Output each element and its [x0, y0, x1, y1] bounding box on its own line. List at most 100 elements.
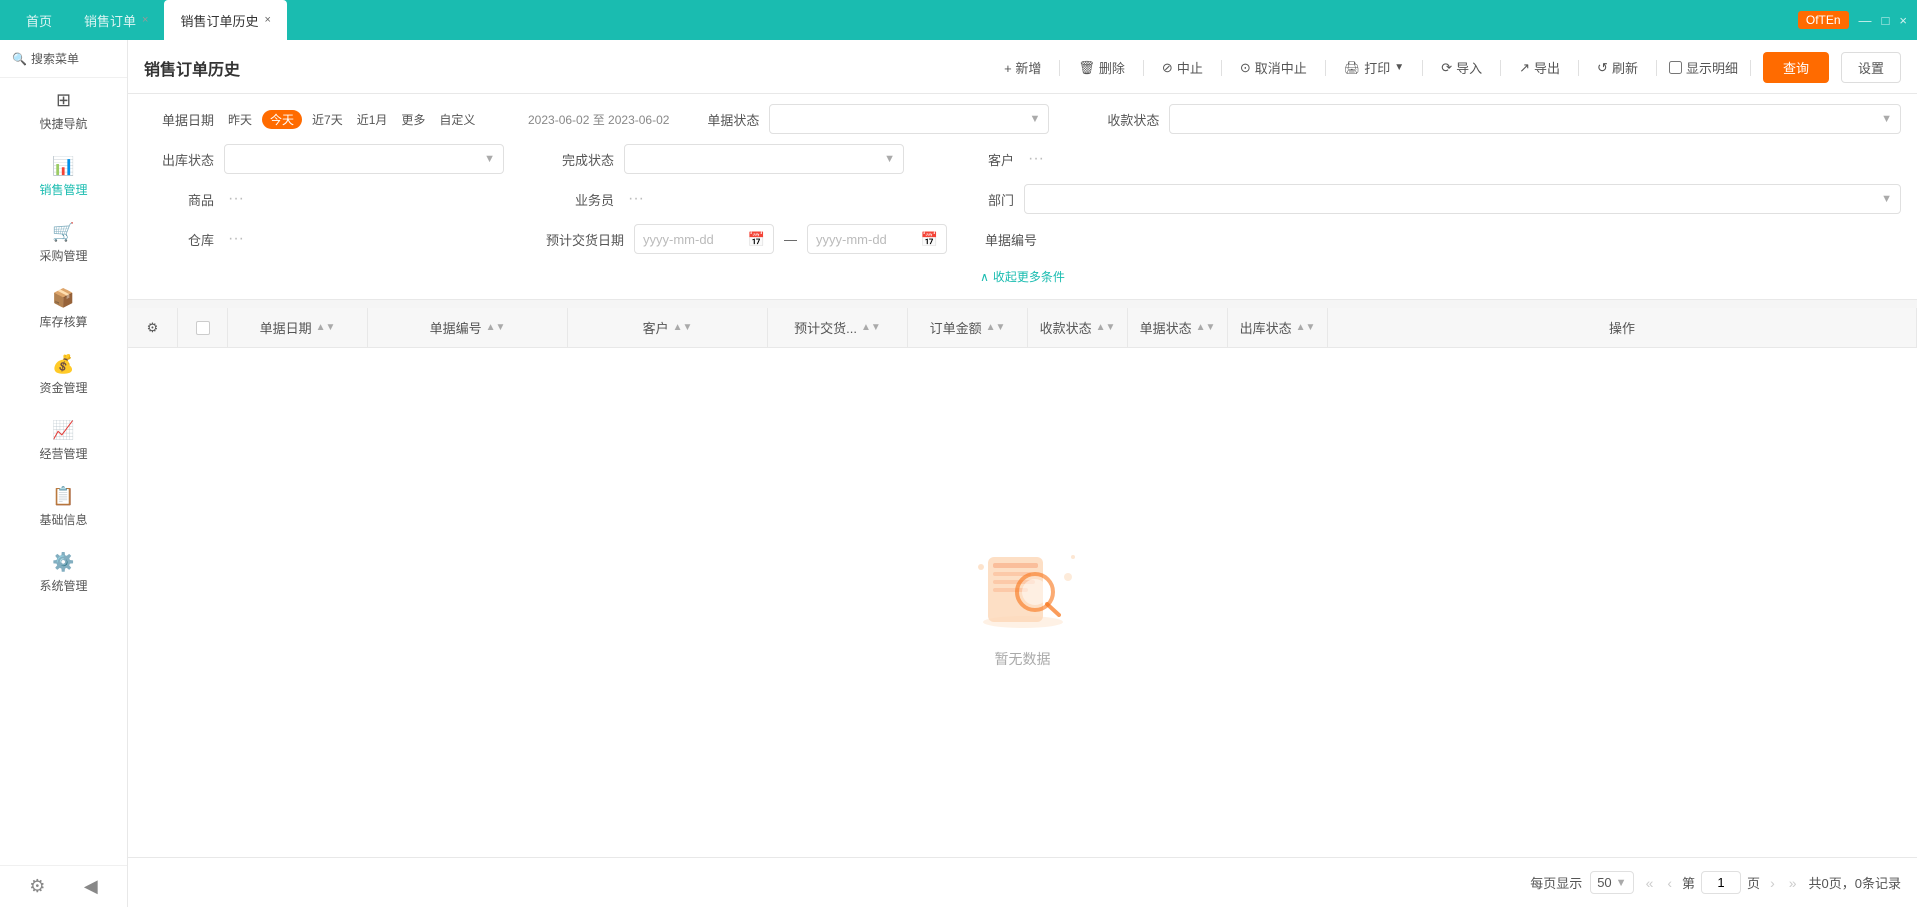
import-button[interactable]: ⟳ 导入 [1435, 54, 1488, 81]
page-size-dropdown-icon: ▼ [1616, 877, 1627, 889]
th-customer[interactable]: 客户 ▲▼ [568, 308, 768, 347]
page-number-input[interactable] [1701, 871, 1741, 894]
th-out-status[interactable]: 出库状态 ▲▼ [1228, 308, 1328, 347]
page-size-label: 每页显示 [1530, 873, 1582, 892]
date-more[interactable]: 更多 [397, 110, 429, 129]
minimize-button[interactable]: — [1859, 13, 1872, 28]
salesperson-col: 业务员 ··· [544, 190, 924, 209]
sidebar-item-sales[interactable]: 📊 销售管理 [0, 144, 127, 210]
th-operation: 操作 [1328, 308, 1917, 347]
product-col: 商品 ··· [144, 190, 524, 209]
delivery-date-range: yyyy-mm-dd 📅 — yyyy-mm-dd 📅 [634, 224, 947, 254]
th-checkbox[interactable] [178, 308, 228, 347]
pay-status-select[interactable]: ▼ [1169, 104, 1901, 134]
th-amount[interactable]: 订单金额 ▲▼ [908, 308, 1028, 347]
order-status-label: 单据状态 [689, 110, 769, 129]
salesperson-dots[interactable]: ··· [624, 190, 648, 208]
prev-page-button[interactable]: ‹ [1663, 873, 1676, 893]
date-yesterday[interactable]: 昨天 [224, 110, 256, 129]
sidebar-item-quick-nav[interactable]: ⊞ 快捷导航 [0, 78, 127, 144]
detail-checkbox-input[interactable] [1669, 61, 1682, 74]
salesperson-label: 业务员 [544, 190, 624, 209]
select-all-checkbox[interactable] [196, 321, 210, 335]
sidebar-item-system[interactable]: ⚙️ 系统管理 [0, 540, 127, 606]
close-window-button[interactable]: × [1899, 13, 1907, 28]
th-delivery[interactable]: 预计交货... ▲▼ [768, 308, 908, 347]
collapse-filter-btn[interactable]: ∧ 收起更多条件 [144, 264, 1901, 289]
th-gear[interactable]: ⚙ [128, 308, 178, 347]
th-pay-status[interactable]: 收款状态 ▲▼ [1028, 308, 1128, 347]
delivery-date-start[interactable]: yyyy-mm-dd 📅 [634, 224, 774, 254]
sidebar-item-finance[interactable]: 💰 资金管理 [0, 342, 127, 408]
print-icon: 🖨 [1344, 60, 1361, 76]
out-status-dropdown-icon: ▼ [484, 153, 495, 165]
cancel-stop-button[interactable]: ⊙ 取消中止 [1234, 54, 1313, 81]
display-detail-checkbox[interactable]: 显示明细 [1669, 58, 1738, 77]
tab-home[interactable]: 首页 [10, 0, 68, 40]
sort-order-status-icon: ▲▼ [1196, 323, 1216, 333]
divider4 [1325, 60, 1326, 76]
close-sales-order-tab[interactable]: × [142, 14, 148, 26]
last-page-button[interactable]: » [1785, 873, 1801, 893]
order-status-col: 单据状态 ▼ [689, 104, 1069, 134]
complete-status-label: 完成状态 [544, 150, 624, 169]
first-page-button[interactable]: « [1642, 873, 1658, 893]
complete-status-dropdown-icon: ▼ [884, 153, 895, 165]
order-status-select[interactable]: ▼ [769, 104, 1049, 134]
warehouse-label: 仓库 [144, 230, 224, 249]
page-title-row: 销售订单历史 + 新增 🗑 删除 ⊘ 中止 [144, 52, 1901, 83]
th-order-status[interactable]: 单据状态 ▲▼ [1128, 308, 1228, 347]
delivery-date-label: 预计交货日期 [544, 230, 634, 249]
add-button[interactable]: + 新增 [998, 54, 1047, 81]
order-status-dropdown-icon: ▼ [1030, 113, 1041, 125]
top-bar: 首页 销售订单 × 销售订单历史 × OfTEn — □ × [0, 0, 1917, 40]
next-page-button[interactable]: › [1766, 873, 1779, 893]
refresh-button[interactable]: ↺ 刷新 [1591, 54, 1644, 81]
th-date[interactable]: 单据日期 ▲▼ [228, 308, 368, 347]
date-custom[interactable]: 自定义 [435, 110, 479, 129]
empty-state: 暂无数据 [128, 348, 1917, 857]
warehouse-input-wrap: ··· [224, 230, 248, 248]
page-size-select[interactable]: 50 ▼ [1590, 871, 1633, 894]
table-header: ⚙ 单据日期 ▲▼ 单据编号 ▲▼ 客户 ▲▼ 预计交货. [128, 308, 1917, 348]
total-record-text: 共0页，0条记录 [1809, 873, 1901, 892]
stop-button[interactable]: ⊘ 中止 [1156, 54, 1209, 81]
empty-illustration [963, 537, 1083, 637]
sidebar-item-purchase[interactable]: 🛒 采购管理 [0, 210, 127, 276]
department-select[interactable]: ▼ [1024, 184, 1901, 214]
sidebar-item-basics[interactable]: 📋 基础信息 [0, 474, 127, 540]
query-button[interactable]: 查询 [1763, 52, 1829, 83]
warehouse-dots[interactable]: ··· [224, 230, 248, 248]
restore-button[interactable]: □ [1882, 13, 1890, 28]
delete-button[interactable]: 🗑 删除 [1072, 54, 1131, 81]
collapse-sidebar-icon[interactable]: ◀ [84, 876, 98, 897]
sidebar-search[interactable]: 🔍 搜索菜单 [0, 40, 127, 78]
close-sales-order-history-tab[interactable]: × [264, 14, 270, 26]
sidebar-item-operations[interactable]: 📈 经营管理 [0, 408, 127, 474]
date-7days[interactable]: 近7天 [308, 110, 347, 129]
divider1 [1059, 60, 1060, 76]
divider3 [1221, 60, 1222, 76]
date-1month[interactable]: 近1月 [353, 110, 392, 129]
customer-dots[interactable]: ··· [1024, 150, 1048, 168]
operations-icon: 📈 [52, 420, 74, 441]
complete-status-select[interactable]: ▼ [624, 144, 904, 174]
tab-sales-order[interactable]: 销售订单 × [68, 0, 164, 40]
th-order-no[interactable]: 单据编号 ▲▼ [368, 308, 568, 347]
set-button[interactable]: 设置 [1841, 52, 1901, 83]
settings-bottom-icon[interactable]: ⚙ [29, 876, 45, 897]
delivery-date-col: 预计交货日期 yyyy-mm-dd 📅 — yyyy-mm-dd 📅 [544, 224, 947, 254]
divider9 [1750, 60, 1751, 76]
export-button[interactable]: ↗ 导出 [1513, 54, 1566, 81]
sales-icon: 📊 [52, 156, 74, 177]
date-today[interactable]: 今天 [262, 110, 302, 129]
customer-col: 客户 ··· [944, 150, 1901, 169]
date-range-display: 2023-06-02 至 2023-06-02 [528, 111, 669, 128]
out-status-select[interactable]: ▼ [224, 144, 504, 174]
tab-sales-order-history[interactable]: 销售订单历史 × [164, 0, 286, 40]
product-dots[interactable]: ··· [224, 190, 248, 208]
delete-icon: 🗑 [1078, 60, 1095, 76]
delivery-date-end[interactable]: yyyy-mm-dd 📅 [807, 224, 947, 254]
sidebar-item-inventory[interactable]: 📦 库存核算 [0, 276, 127, 342]
print-button[interactable]: 🖨 打印 ▼ [1338, 54, 1410, 81]
